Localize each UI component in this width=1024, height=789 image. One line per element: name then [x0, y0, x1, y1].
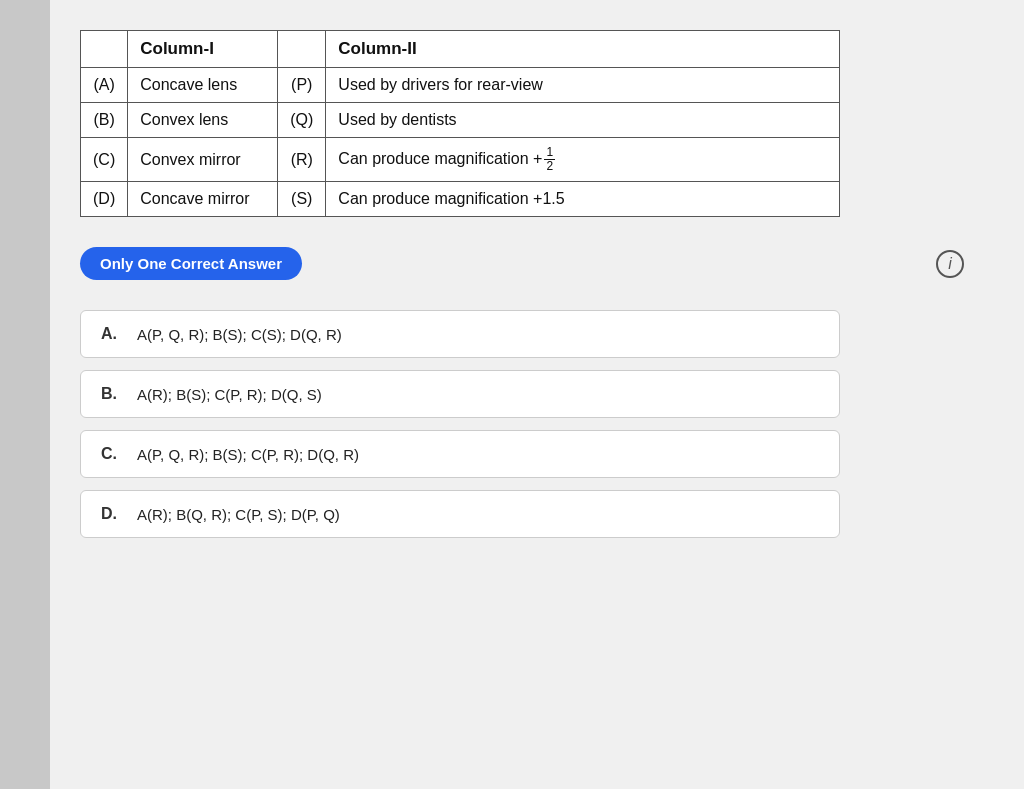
col1-label: (D) — [81, 182, 128, 217]
table-row: (C)Convex mirror(R)Can produce magnifica… — [81, 138, 840, 182]
col2-label: (S) — [278, 182, 326, 217]
option-row[interactable]: C. A(P, Q, R); B(S); C(P, R); D(Q, R) — [80, 430, 840, 478]
col2-label: (Q) — [278, 103, 326, 138]
col2-text: Used by dentists — [326, 103, 840, 138]
option-text: A(R); B(S); C(P, R); D(Q, S) — [137, 386, 322, 403]
option-label: D. — [101, 505, 121, 523]
col2-text: Can produce magnification +1.5 — [326, 182, 840, 217]
col1-text: Convex lens — [128, 103, 278, 138]
col1-label: (C) — [81, 138, 128, 182]
table-row: (A)Concave lens(P)Used by drivers for re… — [81, 68, 840, 103]
col1-text: Convex mirror — [128, 138, 278, 182]
option-row[interactable]: D. A(R); B(Q, R); C(P, S); D(P, Q) — [80, 490, 840, 538]
fraction: 12 — [544, 146, 555, 173]
empty-header — [81, 31, 128, 68]
left-panel — [0, 0, 50, 789]
col2-header: Column-II — [326, 31, 840, 68]
badge-container: Only One Correct Answer i — [80, 247, 964, 280]
option-label: B. — [101, 385, 121, 403]
empty-header2 — [278, 31, 326, 68]
content-area: Column-I Column-II (A)Concave lens(P)Use… — [80, 30, 964, 538]
option-label: A. — [101, 325, 121, 343]
col1-header: Column-I — [128, 31, 278, 68]
table-row: (D)Concave mirror(S)Can produce magnific… — [81, 182, 840, 217]
main-container: Column-I Column-II (A)Concave lens(P)Use… — [0, 0, 1024, 789]
col1-text: Concave mirror — [128, 182, 278, 217]
table-row: (B)Convex lens(Q)Used by dentists — [81, 103, 840, 138]
options-container: A. A(P, Q, R); B(S); C(S); D(Q, R) B. A(R);… — [80, 310, 840, 538]
answer-type-badge: Only One Correct Answer — [80, 247, 302, 280]
col1-text: Concave lens — [128, 68, 278, 103]
option-row[interactable]: A. A(P, Q, R); B(S); C(S); D(Q, R) — [80, 310, 840, 358]
col2-text: Can produce magnification +12 — [326, 138, 840, 182]
option-label: C. — [101, 445, 121, 463]
match-table: Column-I Column-II (A)Concave lens(P)Use… — [80, 30, 840, 217]
col2-label: (P) — [278, 68, 326, 103]
option-row[interactable]: B. A(R); B(S); C(P, R); D(Q, S) — [80, 370, 840, 418]
option-text: A(P, Q, R); B(S); C(S); D(Q, R) — [137, 326, 342, 343]
col1-label: (B) — [81, 103, 128, 138]
option-text: A(P, Q, R); B(S); C(P, R); D(Q, R) — [137, 446, 359, 463]
info-icon[interactable]: i — [936, 250, 964, 278]
option-text: A(R); B(Q, R); C(P, S); D(P, Q) — [137, 506, 340, 523]
col2-text: Used by drivers for rear-view — [326, 68, 840, 103]
col1-label: (A) — [81, 68, 128, 103]
col2-label: (R) — [278, 138, 326, 182]
